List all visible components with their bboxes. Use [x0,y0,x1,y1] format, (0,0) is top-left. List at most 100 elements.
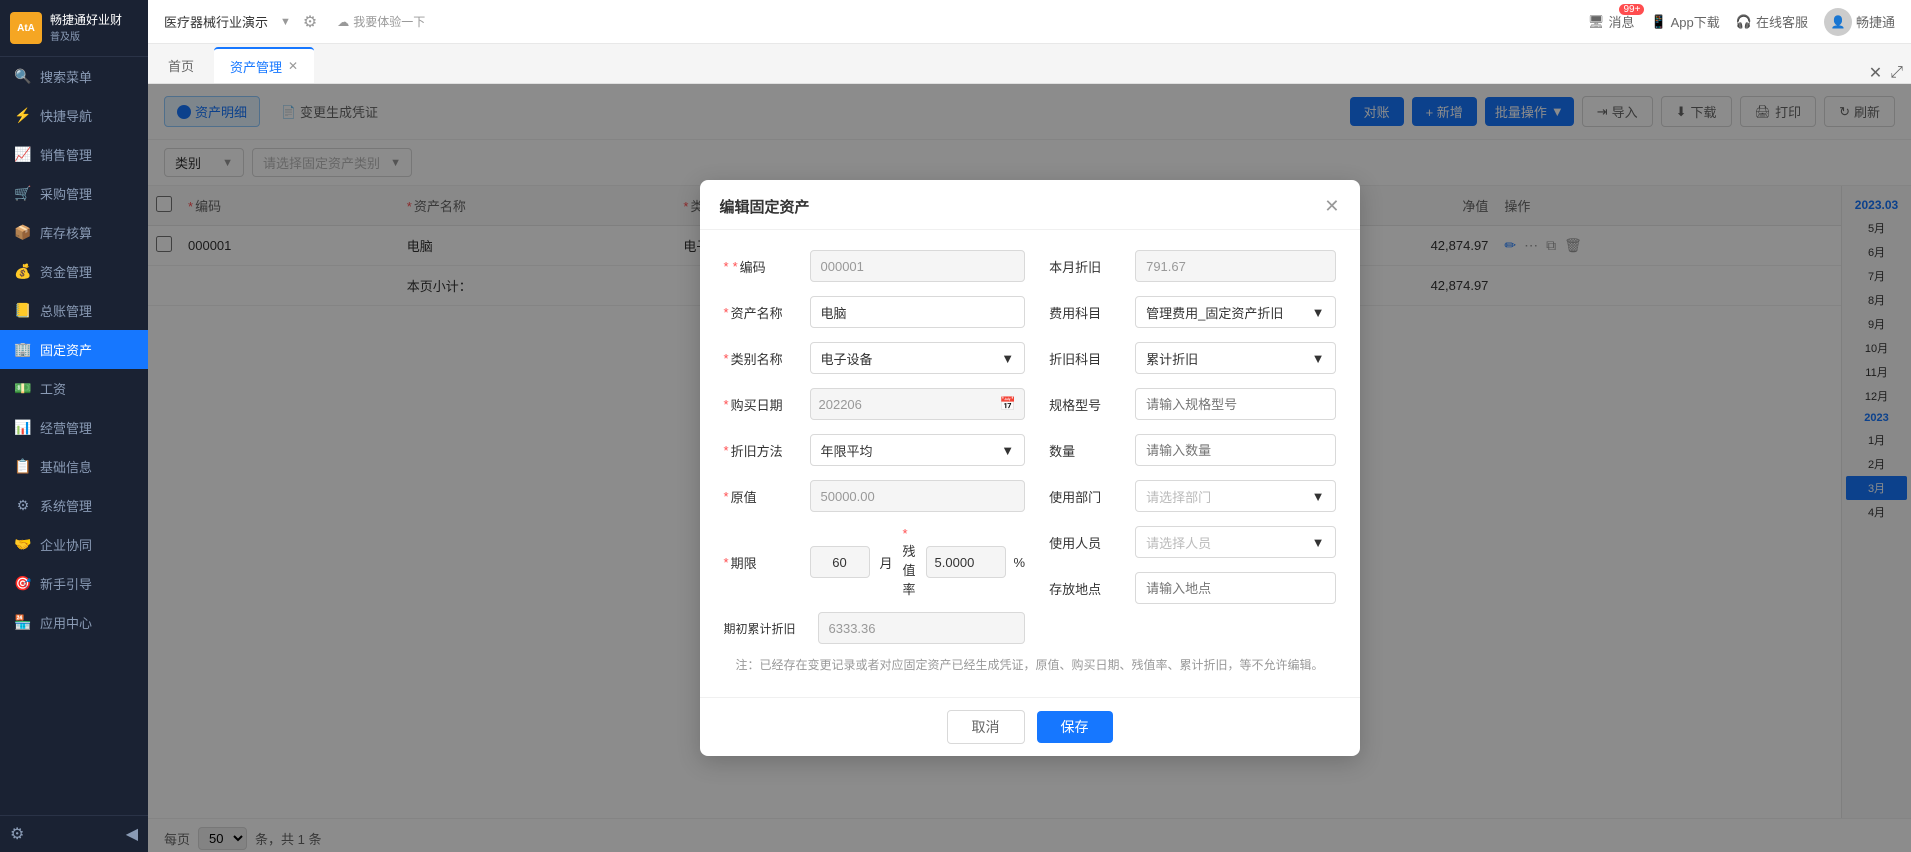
tab-assets[interactable]: 资产管理 ✕ [214,47,314,83]
sidebar-item-quicknav[interactable]: ⚡ 快捷导航 [0,96,148,135]
logo-area: AtA 畅捷通好业财 普及版 [0,0,148,57]
sidebar-item-sales[interactable]: 📈销售管理 [0,135,148,174]
topbar: 医疗器械行业演示 ▼ ⚙ ☁ 我要体验一下 🖥 消息 99+ 📱 App下载 🎧… [148,0,1911,44]
sidebar: AtA 畅捷通好业财 普及版 🔍 搜索菜单 ⚡ 快捷导航 📈销售管理 🛒 采购管理 📦库存核算… [0,0,148,852]
dialog-footer: 取消 保存 [700,697,1360,756]
code-input[interactable] [810,250,1026,282]
sidebar-label-system: 系统管理 [40,496,92,515]
feedback-btn[interactable]: ☁ 我要体验一下 [337,13,425,30]
basic-icon: 📋 [14,458,32,476]
depreciation-subject-select[interactable]: 累计折旧 ▼ [1135,342,1335,374]
main-area: 医疗器械行业演示 ▼ ⚙ ☁ 我要体验一下 🖥 消息 99+ 📱 App下载 🎧… [148,0,1911,852]
enterprise-icon: 🤝 [14,536,32,554]
sidebar-item-assets[interactable]: 🏢 固定资产 [0,330,148,369]
location-input[interactable] [1135,572,1335,604]
sidebar-label-search: 搜索菜单 [40,67,92,86]
logo-icon: AtA [10,12,42,44]
expense-subject-select[interactable]: 管理费用_固定资产折旧 ▼ [1135,296,1335,328]
sidebar-item-inventory[interactable]: 📦库存核算 [0,213,148,252]
residual-rate-unit: % [1014,555,1026,570]
online-service-btn[interactable]: 🎧 在线客服 [1736,12,1808,31]
sidebar-item-ledger[interactable]: 📒总账管理 [0,291,148,330]
quicknav-icon: ⚡ [14,107,32,125]
sidebar-item-payroll[interactable]: 💵工资 [0,369,148,408]
sidebar-item-enterprise[interactable]: 🤝 企业协同 [0,525,148,564]
residual-rate-input[interactable] [926,546,1006,578]
topbar-right: 🖥 消息 99+ 📱 App下载 🎧 在线客服 👤 畅捷通 [1588,8,1895,36]
guide-icon: 🎯 [14,575,32,593]
avatar: 👤 [1824,8,1852,36]
search-icon: 🔍 [14,68,32,86]
field-department: 使用部门 请选择部门 ▼ [1049,480,1335,512]
sidebar-item-basic[interactable]: 📋 基础信息 [0,447,148,486]
sidebar-label-quicknav: 快捷导航 [40,106,92,125]
sidebar-label-assets: 固定资产 [40,340,92,359]
depreciation-method-select[interactable]: 年限平均 ▼ [810,434,1026,466]
sidebar-label-sales: 销售管理 [40,145,92,164]
cancel-btn[interactable]: 取消 [947,710,1025,744]
field-code: * 编码 [724,250,1026,282]
appstore-icon: 🏪 [14,614,32,632]
sidebar-item-search[interactable]: 🔍 搜索菜单 [0,57,148,96]
sidebar-item-appstore[interactable]: 🏪应用中心 [0,603,148,642]
sidebar-label-purchase: 采购管理 [40,184,92,203]
sidebar-label-guide: 新手引导 [40,574,92,593]
sidebar-label-inventory: 库存核算 [40,223,92,242]
edit-dialog: 编辑固定资产 ✕ * 编码 [700,180,1360,756]
save-btn[interactable]: 保存 [1037,711,1113,743]
field-user: 使用人员 请选择人员 ▼ [1049,526,1335,558]
field-location: 存放地点 [1049,572,1335,604]
period-unit: 月 [876,553,897,572]
method-chevron-icon: ▼ [1001,443,1014,458]
settings-icon[interactable]: ⚙ [10,824,24,844]
quantity-input[interactable] [1135,434,1335,466]
tab-home[interactable]: 首页 [152,47,210,83]
sidebar-label-operations: 经营管理 [40,418,92,437]
assets-icon: 🏢 [14,341,32,359]
sidebar-item-operations[interactable]: 📊经营管理 [0,408,148,447]
topbar-settings-icon[interactable]: ⚙ [303,12,317,32]
user-area[interactable]: 👤 畅捷通 [1824,8,1895,36]
company-dropdown-icon[interactable]: ▼ [280,16,291,28]
sidebar-item-purchase[interactable]: 🛒 采购管理 [0,174,148,213]
period-input[interactable] [810,546,870,578]
original-value-input[interactable] [810,480,1026,512]
field-asset-name: * 资产名称 [724,296,1026,328]
dialog-title: 编辑固定资产 [720,196,810,217]
sidebar-nav: 🔍 搜索菜单 ⚡ 快捷导航 📈销售管理 🛒 采购管理 📦库存核算💰资金管理📒总账管理 🏢 固定资产… [0,57,148,815]
form-grid: * 编码 * 资产名称 [724,250,1336,648]
tabbar: 首页 资产管理 ✕ ✕ ⤢ [148,44,1911,84]
finance-icon: 💰 [14,263,32,281]
tab-close-icon[interactable]: ✕ [288,59,298,73]
app-download-btn[interactable]: 📱 App下载 [1650,12,1719,31]
sidebar-item-finance[interactable]: 💰资金管理 [0,252,148,291]
spec-model-input[interactable] [1135,388,1335,420]
initial-depreciation-input[interactable] [818,612,1026,644]
ledger-icon: 📒 [14,302,32,320]
sidebar-label-enterprise: 企业协同 [40,535,92,554]
sidebar-item-guide[interactable]: 🎯 新手引导 [0,564,148,603]
window-close-icon[interactable]: ✕ [1869,63,1882,83]
asset-name-input[interactable] [810,296,1026,328]
dialog-header: 编辑固定资产 ✕ [700,180,1360,230]
dialog-close-btn[interactable]: ✕ [1324,196,1339,217]
date-picker[interactable]: 202206 📅 [810,388,1026,420]
sidebar-item-system[interactable]: ⚙系统管理 [0,486,148,525]
logo-text: 畅捷通好业财 [50,13,122,29]
collapse-icon[interactable]: ◀ [126,824,138,844]
field-expense-subject: 费用科目 管理费用_固定资产折旧 ▼ [1049,296,1335,328]
window-expand-icon[interactable]: ⤢ [1890,64,1903,82]
purchase-icon: 🛒 [14,185,32,203]
notification-wrap[interactable]: 🖥 消息 99+ [1588,12,1635,31]
notification-badge: 99+ [1619,4,1644,15]
sidebar-label-basic: 基础信息 [40,457,92,476]
dialog-note: 注：已经存在变更记录或者对应固定资产已经生成凭证，原值、购买日期、残值率、累计折… [724,648,1336,677]
user-select[interactable]: 请选择人员 ▼ [1135,526,1335,558]
sidebar-label-payroll: 工资 [40,379,66,398]
department-select[interactable]: 请选择部门 ▼ [1135,480,1335,512]
company-name: 医疗器械行业演示 [164,12,268,31]
category-select[interactable]: 电子设备 ▼ [810,342,1026,374]
field-depreciation-method: * 折旧方法 年限平均 ▼ [724,434,1026,466]
content-area: 资产明细 📄 变更生成凭证 对账 + 新增 批量操作 ▼ ⇥ 导入 ⬇ [148,84,1911,852]
field-initial-depreciation: 期初累计折旧 [724,612,1026,644]
